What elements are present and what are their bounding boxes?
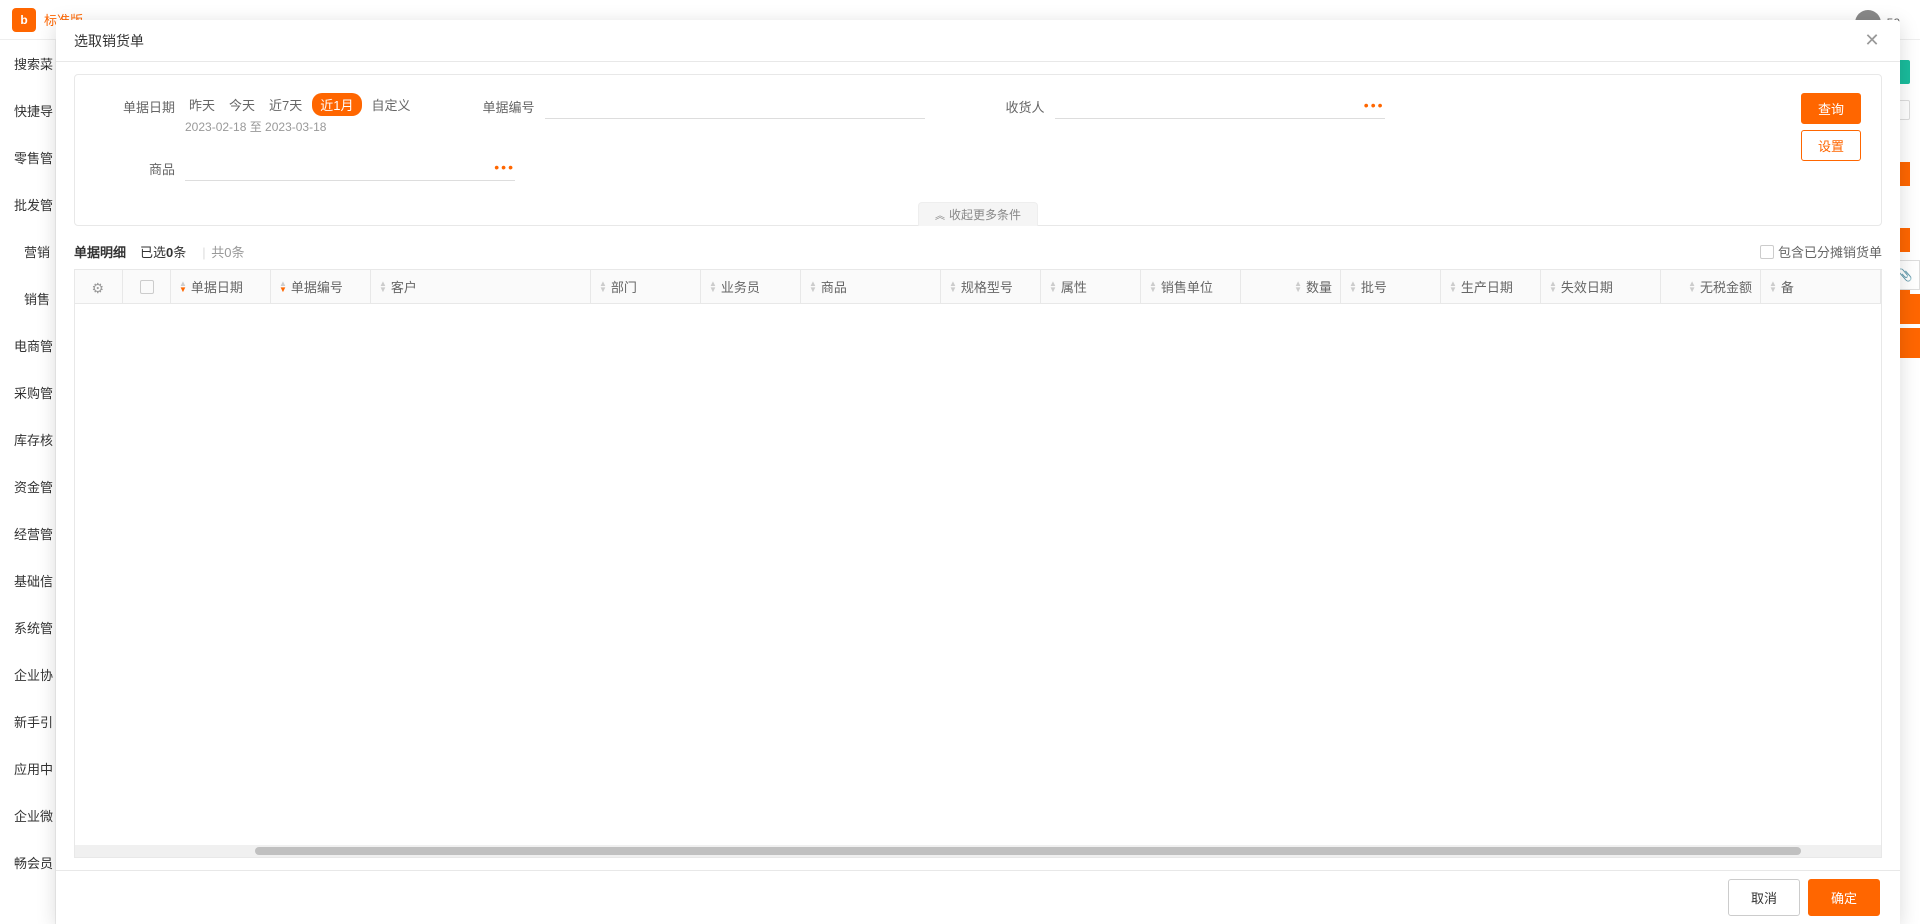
gear-icon <box>92 280 106 294</box>
col-qty[interactable]: 数量 <box>1241 270 1341 303</box>
sort-icon <box>1688 281 1696 293</box>
date-quick-today[interactable]: 今天 <box>225 93 259 116</box>
settings-button[interactable]: 设置 <box>1801 130 1861 161</box>
sort-icon <box>1294 281 1302 293</box>
include-allocated-checkbox[interactable]: 包含已分摊销货单 <box>1760 242 1882 261</box>
query-button[interactable]: 查询 <box>1801 93 1861 124</box>
receiver-more-icon[interactable]: ••• <box>1364 97 1385 113</box>
cancel-button[interactable]: 取消 <box>1728 879 1800 916</box>
sort-icon <box>179 281 187 293</box>
col-date[interactable]: 单据日期 <box>171 270 271 303</box>
sort-icon <box>1149 281 1157 293</box>
date-quick-last7[interactable]: 近7天 <box>265 93 306 116</box>
date-quick-last1m[interactable]: 近1月 <box>312 93 361 116</box>
col-remark[interactable]: 备 <box>1761 270 1881 303</box>
table-settings-button[interactable] <box>75 270 123 303</box>
sort-icon <box>709 281 717 293</box>
selected-count: 已选0条 <box>140 242 186 261</box>
modal-footer: 取消 确定 <box>56 870 1900 924</box>
table-body <box>75 304 1881 845</box>
filter-doc-no: 单据编号 <box>455 93 925 135</box>
filter-receiver-label: 收货人 <box>965 93 1055 116</box>
results-table: 单据日期 单据编号 客户 部门 <box>74 269 1882 858</box>
sort-icon <box>1349 281 1357 293</box>
total-count: 共0条 <box>200 242 244 261</box>
table-header-row: 单据日期 单据编号 客户 部门 <box>75 270 1881 304</box>
sort-icon <box>809 281 817 293</box>
include-allocated-label: 包含已分摊销货单 <box>1778 242 1882 261</box>
col-exp-date[interactable]: 失效日期 <box>1541 270 1661 303</box>
sort-icon <box>1769 281 1777 293</box>
date-quick-custom[interactable]: 自定义 <box>368 93 415 116</box>
modal-title: 选取销货单 <box>74 31 144 51</box>
col-unit[interactable]: 销售单位 <box>1141 270 1241 303</box>
chevron-up-icon: ︽ <box>935 207 945 222</box>
filter-date: 单据日期 昨天 今天 近7天 近1月 自定义 2023-02-18 至 2023… <box>95 93 415 135</box>
date-range-text: 2023-02-18 至 2023-03-18 <box>185 118 415 135</box>
col-customer[interactable]: 客户 <box>371 270 591 303</box>
col-sales[interactable]: 业务员 <box>701 270 801 303</box>
sort-icon <box>949 281 957 293</box>
product-input[interactable] <box>185 155 515 181</box>
sort-icon <box>1549 281 1557 293</box>
filter-product-label: 商品 <box>95 155 185 178</box>
sort-icon <box>599 281 607 293</box>
date-quick-yesterday[interactable]: 昨天 <box>185 93 219 116</box>
scrollbar-thumb[interactable] <box>255 847 1801 855</box>
receiver-input[interactable] <box>1055 93 1385 119</box>
filter-panel: 单据日期 昨天 今天 近7天 近1月 自定义 2023-02-18 至 2023… <box>74 74 1882 226</box>
col-prod-date[interactable]: 生产日期 <box>1441 270 1541 303</box>
doc-no-input[interactable] <box>545 93 925 119</box>
sort-icon <box>379 281 387 293</box>
confirm-button[interactable]: 确定 <box>1808 879 1880 916</box>
sort-icon <box>279 281 287 293</box>
modal-header: 选取销货单 ✕ <box>56 20 1900 62</box>
col-product[interactable]: 商品 <box>801 270 941 303</box>
filter-receiver: 收货人 ••• <box>965 93 1385 135</box>
checkbox-icon <box>1760 245 1774 259</box>
collapse-label: 收起更多条件 <box>949 206 1021 223</box>
sort-icon <box>1449 281 1457 293</box>
col-batch[interactable]: 批号 <box>1341 270 1441 303</box>
filter-product: 商品 ••• <box>95 155 515 181</box>
collapse-filters-toggle[interactable]: ︽ 收起更多条件 <box>918 202 1038 226</box>
product-more-icon[interactable]: ••• <box>494 159 515 175</box>
col-spec[interactable]: 规格型号 <box>941 270 1041 303</box>
col-attr[interactable]: 属性 <box>1041 270 1141 303</box>
tab-detail[interactable]: 单据明细 <box>74 242 126 261</box>
col-no[interactable]: 单据编号 <box>271 270 371 303</box>
checkbox-icon <box>140 280 154 294</box>
filter-date-label: 单据日期 <box>95 93 185 116</box>
sort-icon <box>1049 281 1057 293</box>
col-dept[interactable]: 部门 <box>591 270 701 303</box>
select-sales-order-modal: 选取销货单 ✕ 单据日期 昨天 今天 近7天 近1月 <box>56 20 1900 924</box>
col-amount[interactable]: 无税金额 <box>1661 270 1761 303</box>
close-icon[interactable]: ✕ <box>1862 31 1882 51</box>
filter-doc-no-label: 单据编号 <box>455 93 545 116</box>
select-all-checkbox[interactable] <box>123 270 171 303</box>
horizontal-scrollbar[interactable] <box>75 845 1881 857</box>
